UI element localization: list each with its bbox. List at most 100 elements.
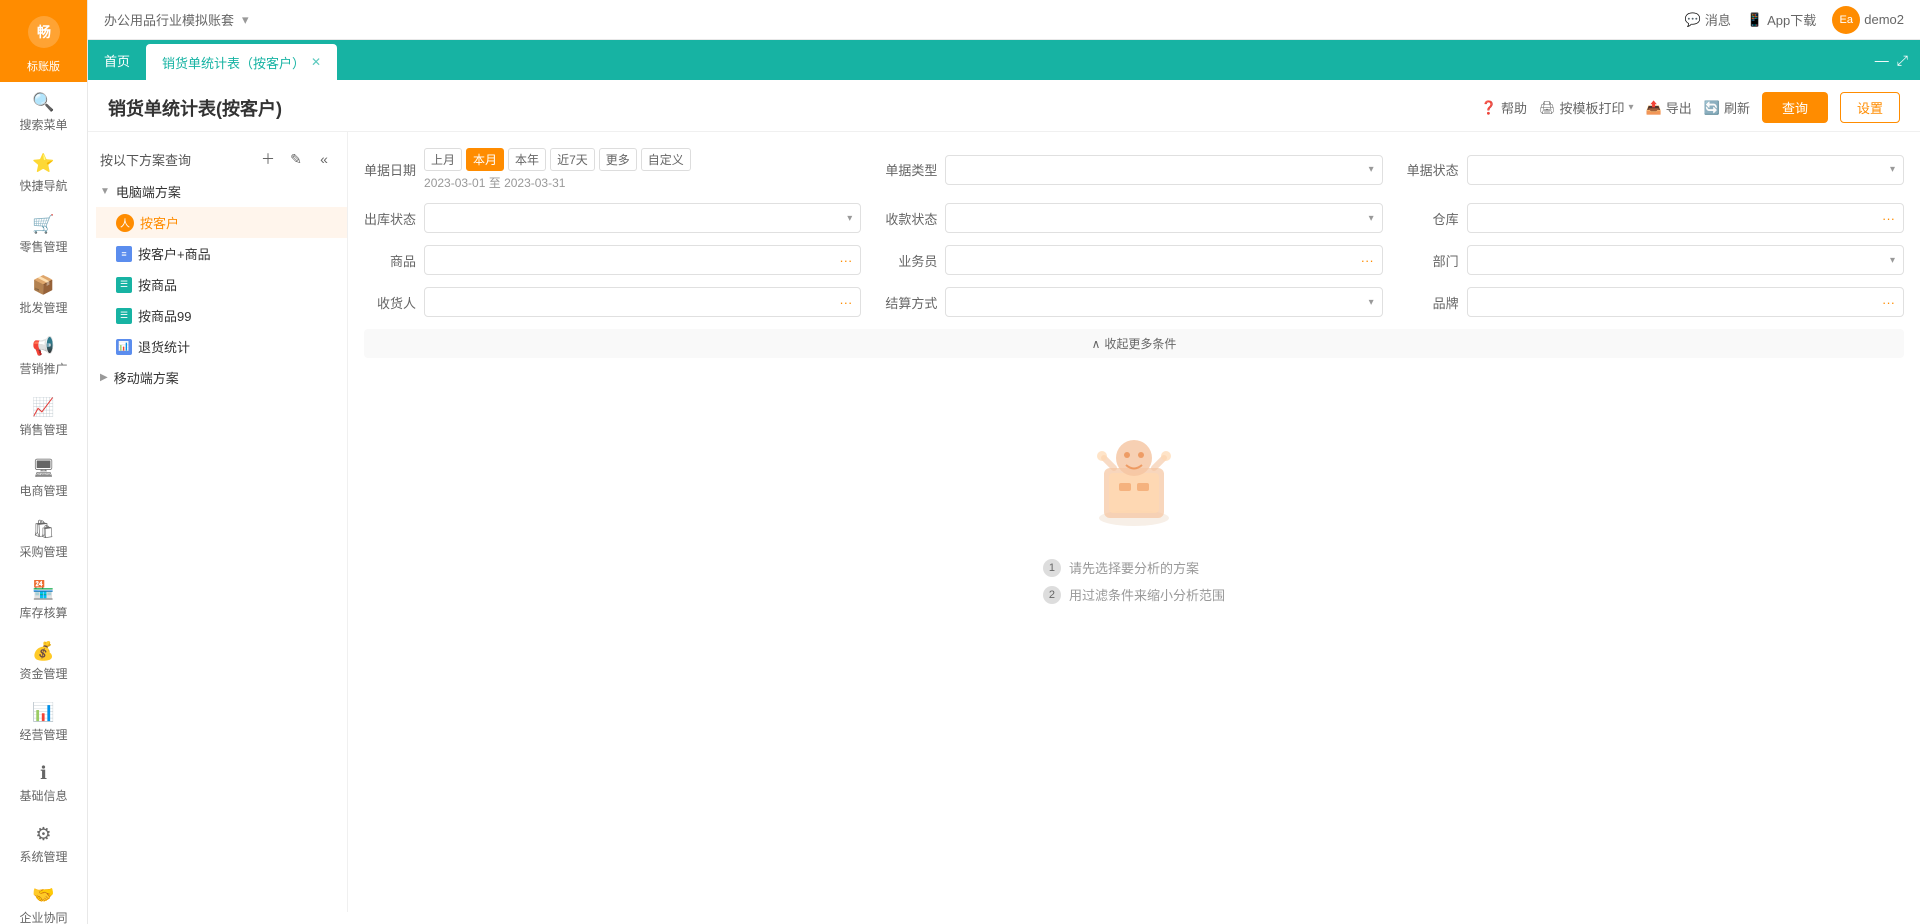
receiver-input[interactable]: ··· bbox=[424, 287, 861, 317]
filter-pay-status: 收款状态 ▾ bbox=[885, 203, 1382, 233]
app-title: 办公用品行业模拟账套 bbox=[104, 10, 234, 29]
filter-row-3: 商品 ··· 业务员 ··· bbox=[364, 245, 1904, 275]
tab-bar: 首页 销货单统计表（按客户） ✕ — ⤢ bbox=[88, 40, 1920, 80]
date-btn-last-month[interactable]: 上月 bbox=[424, 148, 462, 171]
sidebar-item-inventory[interactable]: 🏪 库存核算 bbox=[0, 570, 87, 631]
type-select[interactable]: ▾ bbox=[945, 155, 1382, 185]
quicknav-icon: ⭐ bbox=[32, 153, 54, 174]
dept-select[interactable]: ▾ bbox=[1467, 245, 1904, 275]
sidebar-item-sales[interactable]: 📈 销售管理 bbox=[0, 387, 87, 448]
sidebar-item-quicknav[interactable]: ⭐ 快捷导航 bbox=[0, 143, 87, 204]
sidebar-item-finance[interactable]: 💰 资金管理 bbox=[0, 631, 87, 692]
finance-icon: 💰 bbox=[32, 641, 54, 662]
right-panel: 单据日期 上月 本月 本年 近7天 更多 自定义 20 bbox=[348, 132, 1920, 912]
brand-input[interactable]: ··· bbox=[1467, 287, 1904, 317]
tree-mobile[interactable]: ▶ 移动端方案 bbox=[88, 362, 347, 393]
status-label: 单据状态 bbox=[1407, 160, 1459, 179]
tree-item-by-customer-goods[interactable]: ≡ 按客户+商品 bbox=[96, 238, 347, 269]
filter-type: 单据类型 ▾ bbox=[885, 155, 1382, 185]
purchase-icon: 🛍 bbox=[32, 519, 55, 540]
tree-item-label: 退货统计 bbox=[138, 337, 190, 356]
username: demo2 bbox=[1864, 12, 1904, 27]
status-select[interactable]: ▾ bbox=[1467, 155, 1904, 185]
user-menu[interactable]: Ea demo2 bbox=[1832, 6, 1904, 34]
dropdown-arrow-icon[interactable]: ▾ bbox=[242, 12, 249, 28]
sidebar-item-operation[interactable]: 📊 经营管理 bbox=[0, 692, 87, 753]
page-content: 销货单统计表(按客户) ❓ 帮助 🖨 按模板打印 ▾ 📤 导出 bbox=[88, 80, 1920, 924]
collapse-panel-button[interactable]: « bbox=[313, 148, 335, 170]
home-tab-label: 首页 bbox=[104, 51, 130, 70]
sidebar-item-label: 基础信息 bbox=[19, 787, 67, 804]
sales-icon: 📈 bbox=[32, 397, 54, 418]
collapse-button[interactable]: ∧ 收起更多条件 bbox=[364, 329, 1904, 358]
sidebar-item-wholesale[interactable]: 📦 批发管理 bbox=[0, 265, 87, 326]
sidebar-item-label: 搜索菜单 bbox=[19, 116, 67, 133]
query-button[interactable]: 查询 bbox=[1762, 92, 1828, 123]
filter-date: 单据日期 上月 本月 本年 近7天 更多 自定义 20 bbox=[364, 148, 861, 191]
filter-settlement: 结算方式 ▾ bbox=[885, 287, 1382, 317]
sidebar-item-ecommerce[interactable]: 🖥 电商管理 bbox=[0, 448, 87, 509]
pay-status-select[interactable]: ▾ bbox=[945, 203, 1382, 233]
template-print-arrow: ▾ bbox=[1629, 102, 1634, 113]
salesperson-input[interactable]: ··· bbox=[945, 245, 1382, 275]
retail-icon: 🛒 bbox=[32, 214, 54, 235]
sidebar-item-purchase[interactable]: 🛍 采购管理 bbox=[0, 509, 87, 570]
tab-maximize-icon[interactable]: ⤢ bbox=[1897, 52, 1908, 69]
tab-minimize-icon[interactable]: — bbox=[1875, 52, 1889, 68]
pay-status-label: 收款状态 bbox=[885, 209, 937, 228]
sidebar-logo[interactable]: 畅 标账版 bbox=[0, 0, 87, 82]
edit-scheme-button[interactable]: ✎ bbox=[285, 148, 307, 170]
template-print-button[interactable]: 🖨 按模板打印 ▾ bbox=[1539, 98, 1634, 117]
refresh-button[interactable]: 🔄 刷新 bbox=[1704, 98, 1750, 117]
svg-text:畅: 畅 bbox=[37, 24, 51, 40]
left-panel: 按以下方案查询 ＋ ✎ « ▼ 电脑端方案 人 bbox=[88, 132, 348, 912]
sidebar-item-label: 采购管理 bbox=[19, 543, 67, 560]
sidebar-item-system[interactable]: ⚙ 系统管理 bbox=[0, 814, 87, 875]
tree-item-by-goods[interactable]: ☰ 按商品 bbox=[96, 269, 347, 300]
tab-home[interactable]: 首页 bbox=[88, 40, 146, 80]
out-status-select[interactable]: ▾ bbox=[424, 203, 861, 233]
add-scheme-button[interactable]: ＋ bbox=[257, 148, 279, 170]
sidebar-item-basic[interactable]: ℹ 基础信息 bbox=[0, 753, 87, 814]
warehouse-label: 仓库 bbox=[1407, 209, 1459, 228]
settings-button[interactable]: 设置 bbox=[1840, 92, 1900, 123]
sidebar-item-label: 企业协同 bbox=[19, 909, 67, 924]
tree-desktop[interactable]: ▼ 电脑端方案 bbox=[88, 176, 347, 207]
out-status-label: 出库状态 bbox=[364, 209, 416, 228]
collapse-arrow-icon: ∧ bbox=[1092, 337, 1101, 351]
help-button[interactable]: ❓ 帮助 bbox=[1481, 98, 1527, 117]
warehouse-input[interactable]: ··· bbox=[1467, 203, 1904, 233]
settlement-select[interactable]: ▾ bbox=[945, 287, 1382, 317]
print-icon: 🖨 bbox=[1539, 100, 1556, 116]
sidebar-item-search[interactable]: 🔍 搜索菜单 bbox=[0, 82, 87, 143]
date-btn-this-year[interactable]: 本年 bbox=[508, 148, 546, 171]
date-btn-7days[interactable]: 近7天 bbox=[550, 148, 595, 171]
tree-item-by-goods-99[interactable]: ☰ 按商品99 bbox=[96, 300, 347, 331]
wholesale-icon: 📦 bbox=[32, 275, 54, 296]
tab-close-icon[interactable]: ✕ bbox=[311, 55, 321, 69]
goods-input[interactable]: ··· bbox=[424, 245, 861, 275]
sidebar-item-label: 快捷导航 bbox=[19, 177, 67, 194]
sales-tab-label: 销货单统计表（按客户） bbox=[162, 53, 305, 72]
out-status-chevron: ▾ bbox=[847, 213, 852, 224]
panel-header-icons: ＋ ✎ « bbox=[257, 148, 335, 170]
sidebar-item-label: 电商管理 bbox=[19, 482, 67, 499]
date-btn-more[interactable]: 更多 bbox=[599, 148, 637, 171]
sidebar-item-retail[interactable]: 🛒 零售管理 bbox=[0, 204, 87, 265]
status-chevron: ▾ bbox=[1890, 164, 1895, 175]
app-download-button[interactable]: 📱 App下载 bbox=[1747, 10, 1816, 29]
date-btn-this-month[interactable]: 本月 bbox=[466, 148, 504, 171]
sidebar-item-label: 零售管理 bbox=[19, 238, 67, 255]
collapse-label: 收起更多条件 bbox=[1104, 335, 1176, 352]
sidebar-item-marketing[interactable]: 📢 营销推广 bbox=[0, 326, 87, 387]
tab-sales-stat[interactable]: 销货单统计表（按客户） ✕ bbox=[146, 44, 337, 80]
tree-item-return-stat[interactable]: 📊 退货统计 bbox=[96, 331, 347, 362]
export-button[interactable]: 📤 导出 bbox=[1646, 98, 1692, 117]
sidebar-item-label: 销售管理 bbox=[19, 421, 67, 438]
template-print-label: 按模板打印 bbox=[1560, 98, 1625, 117]
filter-out-status: 出库状态 ▾ bbox=[364, 203, 861, 233]
date-btn-custom[interactable]: 自定义 bbox=[641, 148, 691, 171]
tree-item-by-customer[interactable]: 人 按客户 bbox=[96, 207, 347, 238]
message-button[interactable]: 💬 消息 bbox=[1685, 10, 1731, 29]
sidebar-item-enterprise[interactable]: 🤝 企业协同 bbox=[0, 875, 87, 924]
